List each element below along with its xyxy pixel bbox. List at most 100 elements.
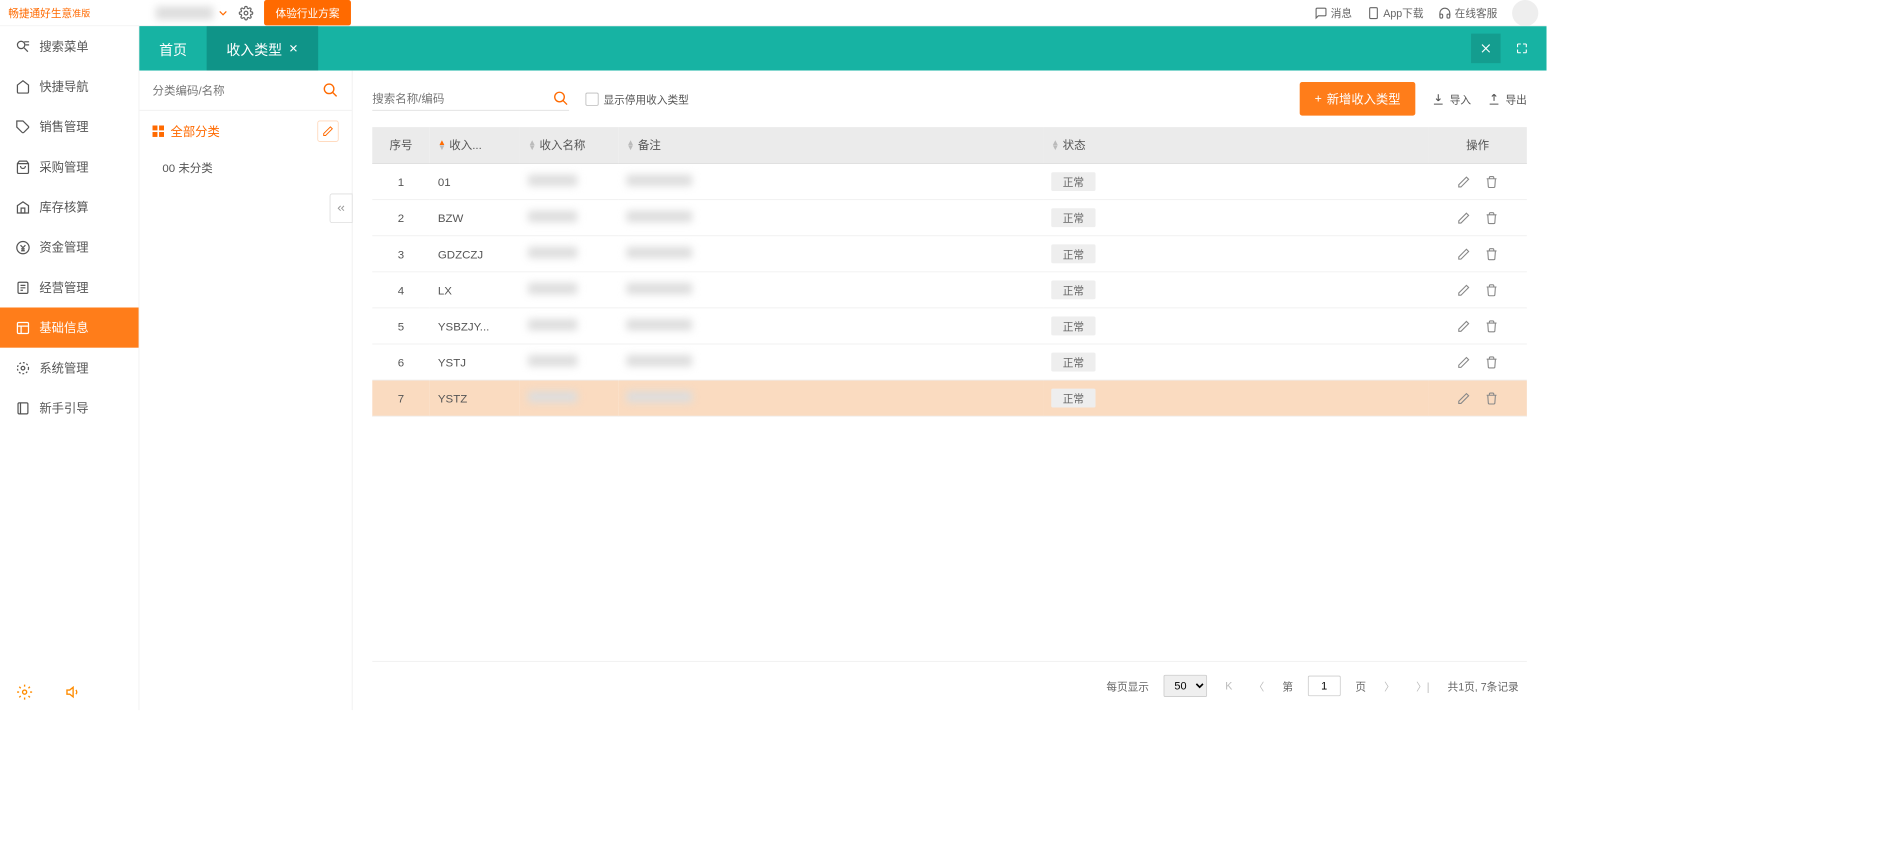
delete-row-button[interactable]: [1485, 319, 1498, 332]
next-page-button[interactable]: 〉: [1381, 678, 1398, 694]
app-download-link[interactable]: App下载: [1367, 5, 1424, 21]
settings-bottom-icon[interactable]: [16, 684, 32, 700]
money-icon: [15, 239, 31, 255]
bag-icon: [15, 159, 31, 175]
edit-row-button[interactable]: [1457, 211, 1470, 224]
warehouse-icon: [15, 199, 31, 215]
th-seq[interactable]: 序号: [372, 127, 429, 163]
table-search-input[interactable]: [372, 92, 552, 105]
category-all[interactable]: 全部分类: [139, 111, 351, 152]
th-note[interactable]: ▲▼备注: [618, 127, 1043, 163]
th-status[interactable]: ▲▼状态: [1043, 127, 1428, 163]
settings-icon[interactable]: [236, 3, 256, 23]
show-disabled-checkbox[interactable]: 显示停用收入类型: [585, 91, 688, 107]
cell-status: 正常: [1043, 200, 1428, 236]
page-size-select[interactable]: 50: [1164, 675, 1207, 697]
sidebar-item-inventory[interactable]: 库存核算: [0, 187, 139, 227]
delete-row-button[interactable]: [1485, 392, 1498, 405]
cell-seq: 7: [372, 380, 429, 416]
cell-status: 正常: [1043, 164, 1428, 200]
first-page-button[interactable]: K: [1222, 680, 1236, 692]
sidebar-item-label: 销售管理: [39, 118, 88, 135]
edit-category-button[interactable]: [317, 121, 338, 142]
delete-row-button[interactable]: [1485, 283, 1498, 296]
logo-subtitle: 准版: [72, 6, 90, 19]
book-icon: [15, 400, 31, 416]
cell-ops: [1428, 164, 1526, 200]
customer-service-link[interactable]: 在线客服: [1438, 5, 1497, 21]
tab-bar: 首页 收入类型 ✕: [139, 26, 1546, 70]
category-item-uncategorized[interactable]: 00 未分类: [139, 152, 351, 185]
cell-name: [520, 236, 618, 272]
add-income-type-button[interactable]: + 新增收入类型: [1300, 82, 1415, 116]
sidebar-item-guide[interactable]: 新手引导: [0, 388, 139, 428]
table-row[interactable]: 101 正常: [372, 164, 1527, 200]
edit-row-button[interactable]: [1457, 247, 1470, 260]
edit-row-button[interactable]: [1457, 355, 1470, 368]
table-row[interactable]: 6YSTJ正常: [372, 344, 1527, 380]
sidebar-item-purchase[interactable]: 采购管理: [0, 147, 139, 187]
sidebar-item-operation[interactable]: 经营管理: [0, 267, 139, 307]
home-icon: [15, 78, 31, 94]
collapse-panel-button[interactable]: [330, 194, 353, 224]
sidebar-item-label: 快捷导航: [39, 78, 88, 95]
logo: 畅捷通好生意: [8, 5, 72, 21]
add-button-label: 新增收入类型: [1327, 90, 1401, 107]
cell-status: 正常: [1043, 344, 1428, 380]
import-button[interactable]: 导入: [1432, 91, 1471, 107]
close-icon[interactable]: ✕: [289, 41, 299, 55]
sidebar-item-label: 采购管理: [39, 158, 88, 175]
table-panel: 显示停用收入类型 + 新增收入类型 导入 导出: [353, 71, 1547, 711]
delete-row-button[interactable]: [1485, 355, 1498, 368]
cell-seq: 1: [372, 164, 429, 200]
sidebar-item-funds[interactable]: 资金管理: [0, 227, 139, 267]
sidebar-item-label: 基础信息: [39, 319, 88, 336]
prev-page-button[interactable]: 〈: [1250, 678, 1267, 694]
cell-code: 01: [430, 164, 520, 200]
table-row[interactable]: 4LX正常: [372, 272, 1527, 308]
table-row[interactable]: 7YSTZ正常: [372, 380, 1527, 416]
avatar[interactable]: [1512, 0, 1538, 26]
export-icon: [1487, 92, 1500, 105]
tab-close-all-button[interactable]: [1471, 34, 1501, 64]
edit-row-button[interactable]: [1457, 319, 1470, 332]
cell-note: [618, 164, 1043, 200]
sidebar-item-quick-nav[interactable]: 快捷导航: [0, 66, 139, 106]
page-number-input[interactable]: [1308, 676, 1341, 697]
plus-icon: +: [1315, 92, 1322, 106]
search-icon[interactable]: [553, 90, 569, 106]
th-note-label: 备注: [638, 139, 661, 152]
industry-solution-button[interactable]: 体验行业方案: [264, 0, 351, 25]
sound-icon[interactable]: [66, 684, 82, 700]
delete-row-button[interactable]: [1485, 211, 1498, 224]
table-row[interactable]: 5YSBZJY...正常: [372, 308, 1527, 344]
th-name[interactable]: ▲▼收入名称: [520, 127, 618, 163]
table-row[interactable]: 3GDZCZJ正常: [372, 236, 1527, 272]
checkbox-label: 显示停用收入类型: [604, 91, 689, 107]
edit-row-button[interactable]: [1457, 392, 1470, 405]
cell-ops: [1428, 272, 1526, 308]
delete-row-button[interactable]: [1485, 247, 1498, 260]
tab-income-type[interactable]: 收入类型 ✕: [207, 26, 318, 70]
category-search-input[interactable]: [153, 84, 323, 97]
sidebar-item-label: 搜索菜单: [39, 38, 88, 55]
sidebar-item-basic-info[interactable]: 基础信息: [0, 308, 139, 348]
edit-row-button[interactable]: [1457, 175, 1470, 188]
sidebar-item-search-menu[interactable]: 搜索菜单: [0, 26, 139, 66]
messages-link[interactable]: 消息: [1314, 5, 1352, 21]
last-page-button[interactable]: 〉|: [1413, 678, 1433, 694]
fullscreen-button[interactable]: [1507, 34, 1537, 64]
search-icon[interactable]: [322, 82, 338, 98]
sidebar-item-system[interactable]: 系统管理: [0, 348, 139, 388]
company-select[interactable]: [156, 6, 228, 19]
sidebar-item-sales[interactable]: 销售管理: [0, 107, 139, 147]
tab-home[interactable]: 首页: [139, 26, 206, 70]
export-button[interactable]: 导出: [1487, 91, 1526, 107]
status-badge: 正常: [1051, 244, 1095, 263]
delete-row-button[interactable]: [1485, 175, 1498, 188]
cell-status: 正常: [1043, 236, 1428, 272]
cell-name: [520, 308, 618, 344]
th-code[interactable]: ▲▼收入...: [430, 127, 520, 163]
edit-row-button[interactable]: [1457, 283, 1470, 296]
table-row[interactable]: 2BZW正常: [372, 200, 1527, 236]
